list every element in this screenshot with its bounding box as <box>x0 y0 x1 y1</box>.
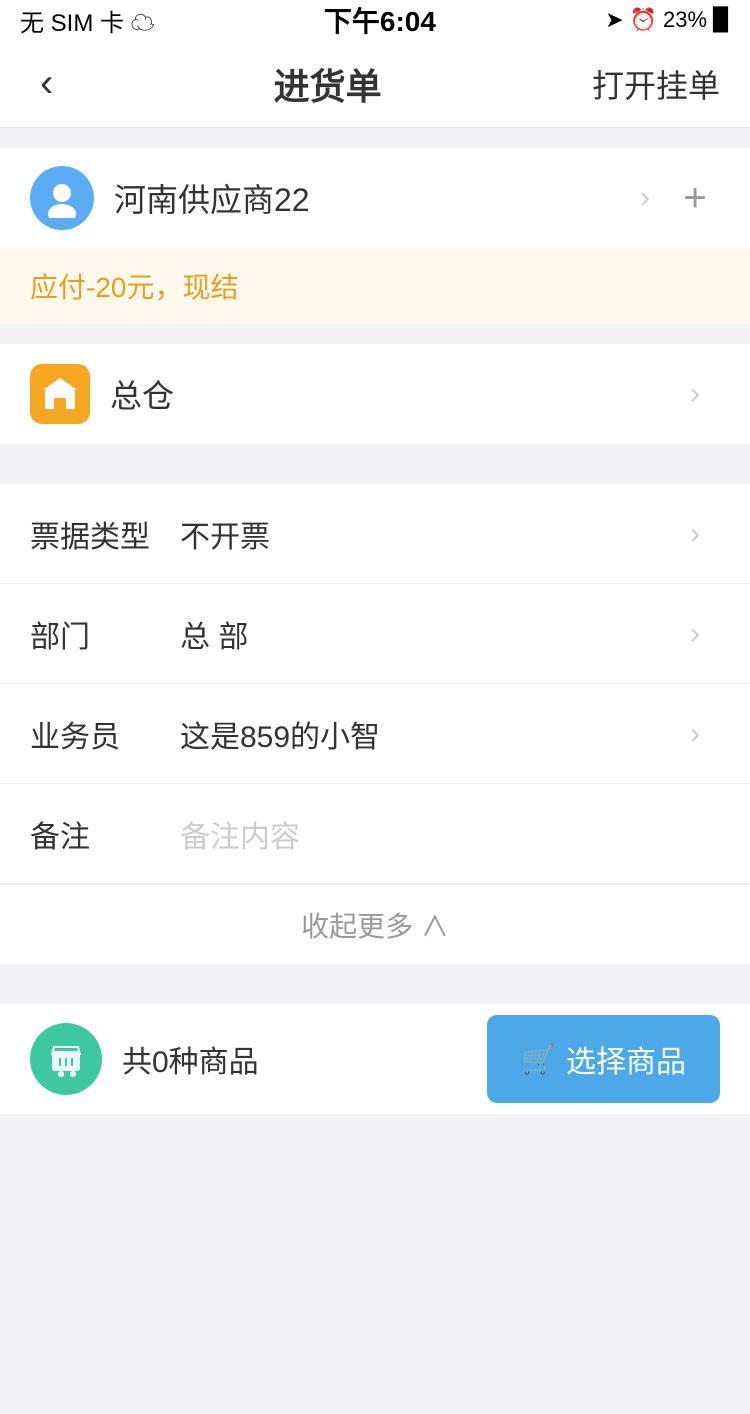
status-time: 下午6:04 <box>324 0 436 40</box>
battery-text: 23% <box>663 7 707 33</box>
notice-text: 应付-20元，现结 <box>30 272 238 303</box>
status-bar: 无 SIM 卡 ☁ 下午6:04 ➤ ⏰ 23% ▉ <box>0 0 750 40</box>
product-count: 共0种商品 <box>122 1037 487 1081</box>
chevron-right-icon: › <box>690 517 700 551</box>
cart-icon-wrap <box>30 1023 102 1095</box>
supplier-name: 河南供应商22 <box>114 175 640 221</box>
status-right: ➤ ⏰ 23% ▉ <box>605 7 730 33</box>
warehouse-icon <box>30 364 90 424</box>
invoice-type-value: 不开票 <box>170 512 690 556</box>
remark-row[interactable]: 备注 备注内容 <box>0 784 750 884</box>
salesperson-label: 业务员 <box>30 712 170 756</box>
collapse-label: 收起更多 ∧ <box>301 905 449 945</box>
bottom-bar: 共0种商品 🛒 选择商品 <box>0 1004 750 1114</box>
nav-bar: ‹ 进货单 打开挂单 <box>0 40 750 128</box>
chevron-right-icon: › <box>690 377 700 411</box>
select-btn-label: 选择商品 <box>566 1037 686 1081</box>
add-button[interactable]: + <box>670 176 720 221</box>
department-row[interactable]: 部门 总 部 › <box>0 584 750 684</box>
supplier-row[interactable]: 河南供应商22 › + <box>0 148 750 248</box>
status-left: 无 SIM 卡 ☁ <box>20 3 155 38</box>
avatar <box>30 166 94 230</box>
section-gap-2 <box>0 324 750 344</box>
notice-bar: 应付-20元，现结 <box>0 248 750 324</box>
open-pending-button[interactable]: 打开挂单 <box>592 61 720 107</box>
chevron-right-icon: › <box>690 617 700 651</box>
chevron-right-icon: › <box>690 717 700 751</box>
department-value: 总 部 <box>170 612 690 656</box>
form-card: 票据类型 不开票 › 部门 总 部 › 业务员 这是859的小智 › 备注 备注… <box>0 484 750 964</box>
invoice-type-label: 票据类型 <box>30 512 170 556</box>
select-icon: 🛒 <box>521 1043 556 1076</box>
supplier-card: 河南供应商22 › + 应付-20元，现结 <box>0 148 750 324</box>
salesperson-value: 这是859的小智 <box>170 712 690 756</box>
location-icon: ➤ <box>605 7 623 33</box>
section-gap-1 <box>0 128 750 148</box>
chevron-right-icon: › <box>640 181 650 215</box>
section-gap-3 <box>0 444 750 464</box>
invoice-type-row[interactable]: 票据类型 不开票 › <box>0 484 750 584</box>
alarm-icon: ⏰ <box>630 7 657 33</box>
warehouse-row[interactable]: 总仓 › <box>0 344 750 444</box>
back-button[interactable]: ‹ <box>30 51 63 116</box>
page-title: 进货单 <box>274 58 382 110</box>
sim-status: 无 SIM 卡 ☁ <box>20 3 155 38</box>
department-label: 部门 <box>30 612 170 656</box>
section-gap-4 <box>0 964 750 984</box>
collapse-row[interactable]: 收起更多 ∧ <box>0 884 750 964</box>
remark-label: 备注 <box>30 812 170 856</box>
battery-icon: ▉ <box>713 7 730 33</box>
warehouse-name: 总仓 <box>110 371 690 417</box>
remark-value[interactable]: 备注内容 <box>170 812 720 856</box>
salesperson-row[interactable]: 业务员 这是859的小智 › <box>0 684 750 784</box>
page-background <box>0 1114 750 1414</box>
select-product-button[interactable]: 🛒 选择商品 <box>487 1015 720 1103</box>
